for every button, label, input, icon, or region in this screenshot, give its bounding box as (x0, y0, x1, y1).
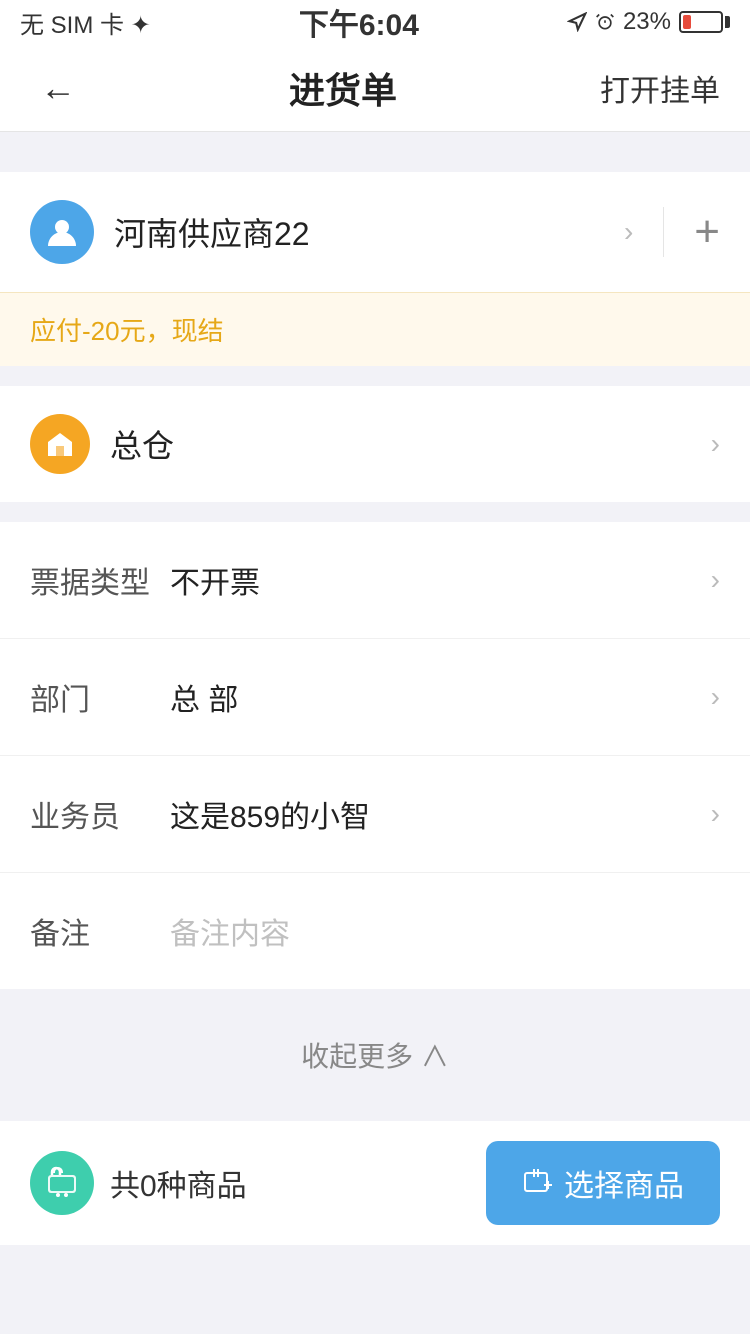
warehouse-section: 总仓 › (0, 386, 750, 502)
status-left: 无 SIM 卡 ✦ (20, 5, 151, 40)
supplier-section: 河南供应商22 › + 应付-20元，现结 (0, 172, 750, 366)
warehouse-icon-circle (30, 414, 90, 474)
salesperson-label: 业务员 (30, 792, 170, 836)
separator-1 (0, 132, 750, 152)
battery-indicator (679, 11, 730, 33)
select-goods-label: 选择商品 (564, 1161, 684, 1205)
collapse-row[interactable]: 收起更多 ∧ (0, 1009, 750, 1101)
form-section: 票据类型 不开票 › 部门 总 部 › 业务员 这是859的小智 › 备注 备注… (0, 522, 750, 989)
goods-count-text: 共0种商品 (110, 1161, 247, 1205)
remark-label: 备注 (30, 909, 170, 953)
add-supplier-button[interactable]: + (694, 210, 720, 254)
warehouse-arrow-icon: › (711, 428, 720, 460)
warehouse-icon (44, 428, 76, 460)
sim-text: 无 SIM 卡 ✦ (20, 5, 151, 40)
location-icon (567, 12, 587, 32)
alarm-icon (595, 12, 615, 32)
salesperson-row[interactable]: 业务员 这是859的小智 › (0, 756, 750, 873)
nav-bar: ← 进货单 打开挂单 (0, 44, 750, 132)
invoice-type-row[interactable]: 票据类型 不开票 › (0, 522, 750, 639)
department-value: 总 部 (170, 675, 711, 719)
battery-text: 23% (623, 8, 671, 36)
supplier-arrow-icon: › (624, 216, 633, 248)
open-pending-button[interactable]: 打开挂单 (600, 66, 720, 110)
warehouse-name: 总仓 (110, 421, 711, 467)
supplier-divider (663, 207, 664, 257)
notice-bar: 应付-20元，现结 (0, 292, 750, 366)
supplier-name: 河南供应商22 (114, 209, 624, 255)
bottom-bar: 共0种商品 选择商品 (0, 1121, 750, 1245)
invoice-type-arrow-icon: › (711, 564, 720, 596)
select-goods-icon (522, 1167, 554, 1199)
department-row[interactable]: 部门 总 部 › (0, 639, 750, 756)
department-label: 部门 (30, 675, 170, 719)
back-button[interactable]: ← (30, 57, 86, 119)
remark-row[interactable]: 备注 备注内容 (0, 873, 750, 989)
cart-icon (44, 1165, 80, 1201)
status-time: 下午6:04 (299, 0, 419, 44)
goods-icon-circle (30, 1151, 94, 1215)
nav-title: 进货单 (289, 62, 397, 114)
supplier-row[interactable]: 河南供应商22 › + (0, 172, 750, 292)
goods-count-area: 共0种商品 (30, 1151, 247, 1215)
salesperson-arrow-icon: › (711, 798, 720, 830)
status-bar: 无 SIM 卡 ✦ 下午6:04 23% (0, 0, 750, 44)
status-right: 23% (567, 8, 730, 36)
invoice-type-value: 不开票 (170, 558, 711, 602)
select-goods-button[interactable]: 选择商品 (486, 1141, 720, 1225)
supplier-avatar (30, 200, 94, 264)
invoice-type-label: 票据类型 (30, 558, 170, 602)
remark-input[interactable]: 备注内容 (170, 909, 720, 953)
department-arrow-icon: › (711, 681, 720, 713)
warehouse-row[interactable]: 总仓 › (0, 386, 750, 502)
salesperson-value: 这是859的小智 (170, 792, 711, 836)
person-icon (44, 214, 80, 250)
